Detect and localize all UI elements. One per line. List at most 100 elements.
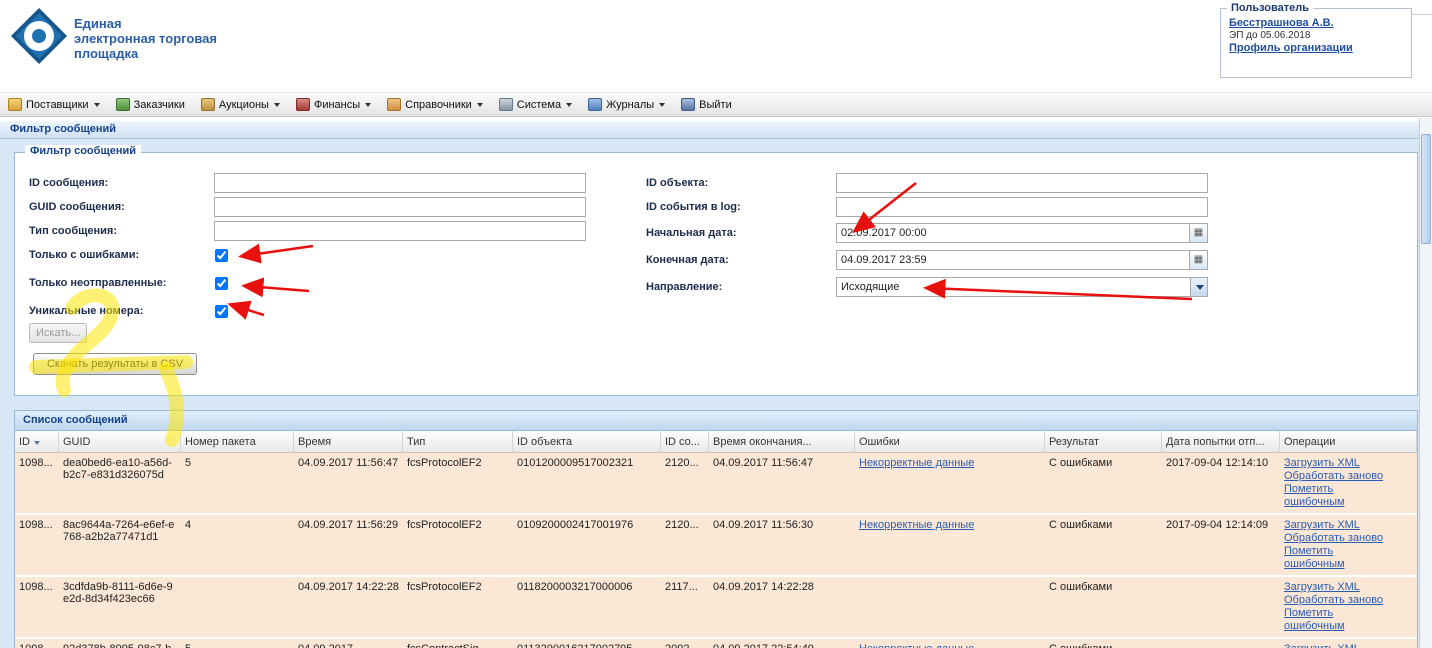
direction-selected-value: Исходящие <box>841 281 900 293</box>
chevron-down-icon <box>273 102 280 107</box>
main-menu: Поставщики Заказчики Аукционы Финансы Сп… <box>0 92 1432 117</box>
cell-guid: 92d378b-8995-98c7-b5 <box>59 639 181 648</box>
site-title-line3: площадка <box>74 46 139 61</box>
menu-item-label: Аукционы <box>218 98 269 111</box>
vertical-scrollbar[interactable] <box>1419 118 1432 648</box>
menu-item-exit[interactable]: Выйти <box>681 98 732 111</box>
start-date-calendar-button[interactable]: ▦ <box>1190 223 1208 243</box>
menu-item-auctions[interactable]: Аукционы <box>200 98 280 111</box>
error-details-link[interactable]: Некорректные данные <box>859 519 974 531</box>
column-header-errors[interactable]: Ошибки <box>855 431 1045 453</box>
cell-end-time: 04.09.2017 14:22:28 <box>709 577 855 639</box>
column-header-end-time[interactable]: Время окончания... <box>709 431 855 453</box>
unique-numbers-checkbox[interactable] <box>215 305 228 318</box>
reference-icon <box>387 98 402 111</box>
cell-packet <box>181 577 294 639</box>
column-header-attempt-date[interactable]: Дата попытки отп... <box>1162 431 1280 453</box>
mark-erroneous-link[interactable]: Пометить ошибочным <box>1284 545 1364 571</box>
cell-id-so: 2120... <box>661 453 709 515</box>
menu-item-suppliers[interactable]: Поставщики <box>8 98 100 111</box>
load-xml-link[interactable]: Загрузить XML <box>1284 643 1413 648</box>
column-header-object-id[interactable]: ID объекта <box>513 431 661 453</box>
end-date-input[interactable] <box>836 250 1190 270</box>
site-title: Единая электронная торговая площадка <box>74 16 217 61</box>
load-xml-link[interactable]: Загрузить XML <box>1284 581 1413 594</box>
column-header-id[interactable]: ID <box>15 431 59 453</box>
log-event-id-input[interactable] <box>836 197 1208 217</box>
menu-item-customers[interactable]: Заказчики <box>115 98 185 111</box>
message-guid-label: GUID сообщения: <box>29 201 125 213</box>
direction-select[interactable]: Исходящие <box>836 277 1208 297</box>
user-name-link[interactable]: Бесстрашнова А.В. <box>1229 17 1403 30</box>
cell-type: fcsProtocolEF2 <box>403 577 513 639</box>
scrollbar-thumb[interactable] <box>1421 134 1431 244</box>
menu-item-label: Заказчики <box>133 98 185 111</box>
error-details-link[interactable]: Некорректные данные <box>859 457 974 469</box>
cell-time: 04.09.2017 14:22:28 <box>294 577 403 639</box>
combo-dropdown-icon[interactable] <box>1190 278 1207 296</box>
load-xml-link[interactable]: Загрузить XML <box>1284 457 1413 470</box>
message-id-input[interactable] <box>214 173 586 193</box>
reprocess-link[interactable]: Обработать заново <box>1284 470 1413 483</box>
cell-operations: Загрузить XML Обработать заново Пометить… <box>1280 453 1417 515</box>
cell-type: fcsProtocolEF2 <box>403 453 513 515</box>
direction-label: Направление: <box>646 281 723 293</box>
message-type-label: Тип сообщения: <box>29 225 117 237</box>
table-row: 1098... 8ac9644a-7264-e6ef-e768-a2b2a774… <box>15 515 1417 577</box>
column-header-time[interactable]: Время <box>294 431 403 453</box>
cell-errors: Некорректные данные <box>855 639 1045 648</box>
cell-attempt-date <box>1162 639 1280 648</box>
cell-id: 1098... <box>15 515 59 577</box>
cell-id-so: 2120... <box>661 515 709 577</box>
menu-item-label: Справочники <box>405 98 472 111</box>
message-id-label: ID сообщения: <box>29 177 109 189</box>
download-csv-button[interactable]: Скачать результаты в CSV <box>33 353 197 375</box>
end-date-label: Конечная дата: <box>646 254 729 266</box>
reprocess-link[interactable]: Обработать заново <box>1284 594 1413 607</box>
cell-time: 04.09.2017 <box>294 639 403 648</box>
menu-item-reference[interactable]: Справочники <box>387 98 483 111</box>
mark-erroneous-link[interactable]: Пометить ошибочным <box>1284 607 1364 633</box>
journals-icon <box>588 98 603 111</box>
start-date-input[interactable] <box>836 223 1190 243</box>
column-header-type[interactable]: Тип <box>403 431 513 453</box>
search-button[interactable]: Искать... <box>29 323 87 343</box>
only-errors-checkbox[interactable] <box>215 249 228 262</box>
column-header-operations[interactable]: Операции <box>1280 431 1417 453</box>
reprocess-link[interactable]: Обработать заново <box>1284 532 1413 545</box>
menu-item-journals[interactable]: Журналы <box>588 98 666 111</box>
cell-id: 1098... <box>15 577 59 639</box>
load-xml-link[interactable]: Загрузить XML <box>1284 519 1413 532</box>
column-header-result[interactable]: Результат <box>1045 431 1162 453</box>
error-details-link[interactable]: Некорректные данные <box>859 643 974 648</box>
org-profile-link[interactable]: Профиль организации <box>1229 42 1403 55</box>
message-guid-input[interactable] <box>214 197 586 217</box>
cell-object-id: 0109200002417001976 <box>513 515 661 577</box>
filter-panel-legend: Фильтр сообщений <box>25 145 142 157</box>
site-title-line2: электронная торговая <box>74 31 217 46</box>
cell-id-so: 2092... <box>661 639 709 648</box>
end-date-calendar-button[interactable]: ▦ <box>1190 250 1208 270</box>
calendar-icon: ▦ <box>1193 254 1204 265</box>
cell-errors: Некорректные данные <box>855 453 1045 515</box>
chevron-down-icon <box>365 102 372 107</box>
chevron-down-icon <box>476 102 483 107</box>
column-header-packet[interactable]: Номер пакета <box>181 431 294 453</box>
grid-title: Список сообщений <box>14 410 1418 431</box>
cell-end-time: 04.09.2017 11:56:47 <box>709 453 855 515</box>
mark-erroneous-link[interactable]: Пометить ошибочным <box>1284 483 1364 509</box>
menu-item-finance[interactable]: Финансы <box>295 98 372 111</box>
cell-errors: Некорректные данные <box>855 515 1045 577</box>
page-title: Фильтр сообщений <box>0 121 1432 139</box>
cell-guid: dea0bed6-ea10-a56d-b2c7-e831d326075d <box>59 453 181 515</box>
message-type-input[interactable] <box>214 221 586 241</box>
column-header-id-so[interactable]: ID со... <box>661 431 709 453</box>
menu-item-system[interactable]: Система <box>498 98 573 111</box>
object-id-label: ID объекта: <box>646 177 709 189</box>
table-row: 1098... dea0bed6-ea10-a56d-b2c7-e831d326… <box>15 453 1417 515</box>
only-unsent-checkbox[interactable] <box>215 277 228 290</box>
cell-time: 04.09.2017 11:56:47 <box>294 453 403 515</box>
cell-attempt-date <box>1162 577 1280 639</box>
column-header-guid[interactable]: GUID <box>59 431 181 453</box>
object-id-input[interactable] <box>836 173 1208 193</box>
